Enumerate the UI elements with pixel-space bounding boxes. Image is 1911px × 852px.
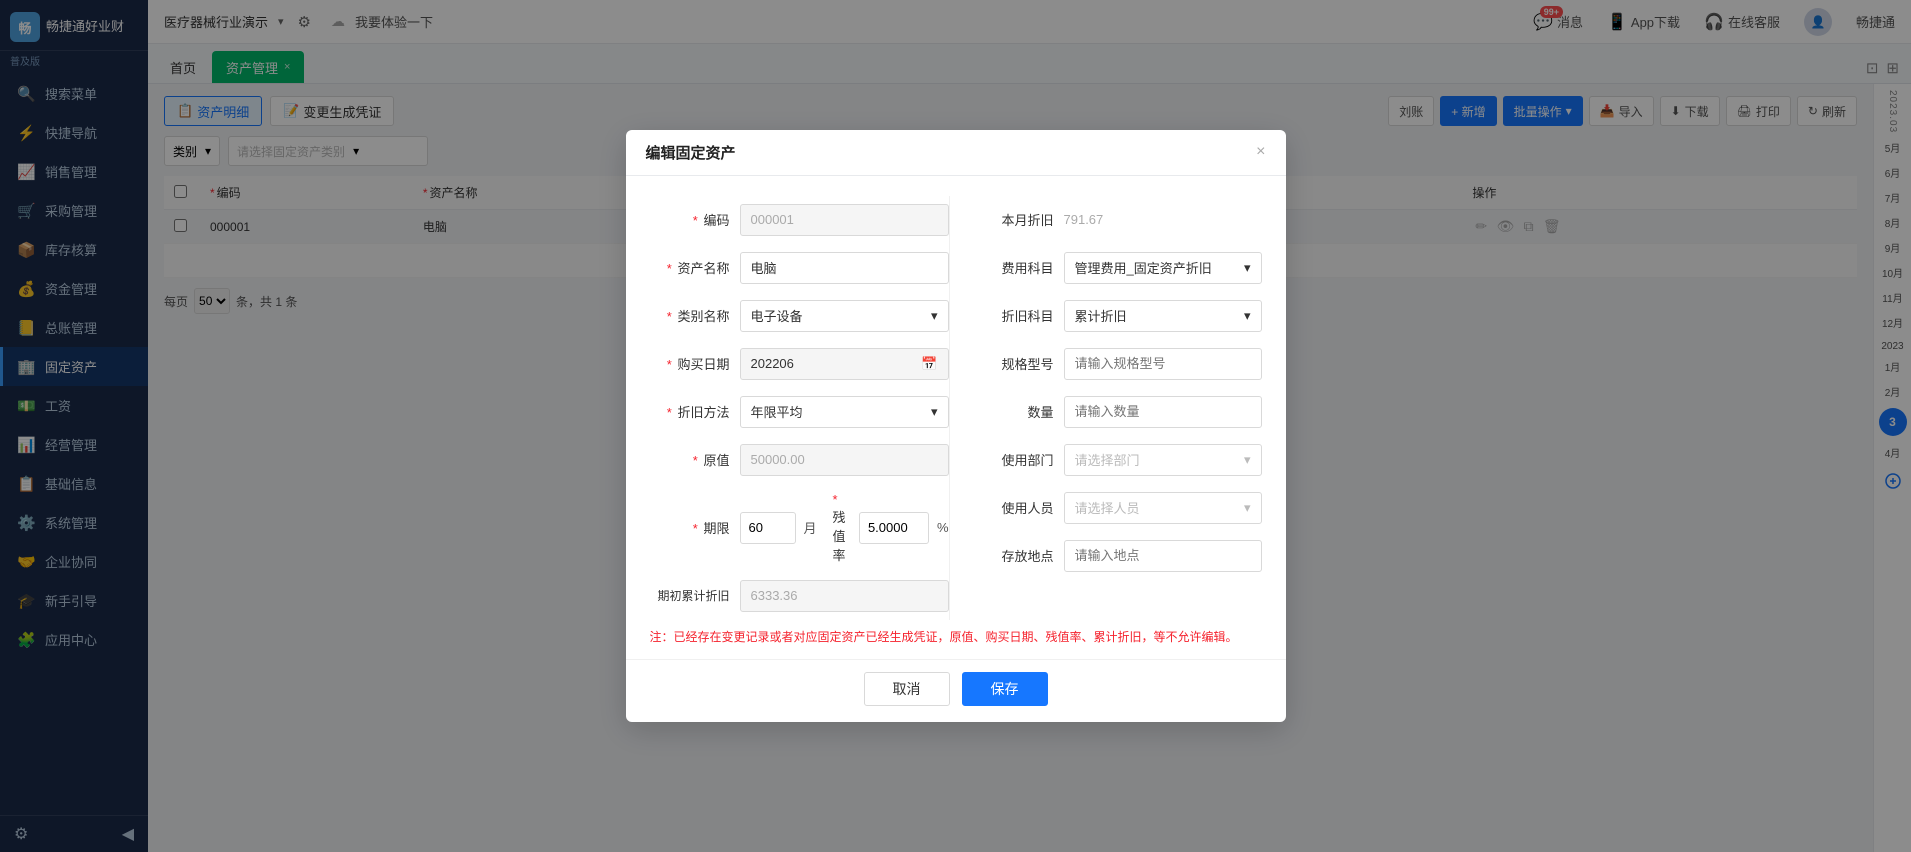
form-row-quantity: 数量 xyxy=(974,388,1262,436)
form-row-expense-subject: 费用科目 管理费用_固定资产折旧 ▾ xyxy=(974,244,1262,292)
modal-close-button[interactable]: × xyxy=(1256,143,1265,161)
modal-form: * 编码 * 资产名称 xyxy=(650,196,1262,649)
form-row-staff: 使用人员 请选择人员 ▾ xyxy=(974,484,1262,532)
expense-chevron-icon: ▾ xyxy=(1244,260,1251,276)
original-value-input[interactable] xyxy=(740,444,949,476)
code-label: * 编码 xyxy=(650,210,730,229)
purchase-date-label: * 购买日期 xyxy=(650,354,730,373)
expense-subject-select[interactable]: 管理费用_固定资产折旧 ▾ xyxy=(1064,252,1262,284)
code-input[interactable] xyxy=(740,204,949,236)
this-month-dep-label: 本月折旧 xyxy=(974,210,1054,229)
form-row-department: 使用部门 请选择部门 ▾ xyxy=(974,436,1262,484)
edit-asset-modal: 编辑固定资产 × * 编码 xyxy=(626,130,1286,722)
period-input[interactable] xyxy=(740,512,796,544)
form-row-original-value: * 原值 xyxy=(650,436,949,484)
staff-label: 使用人员 xyxy=(974,498,1054,517)
form-row-category: * 类别名称 电子设备 ▾ xyxy=(650,292,949,340)
period-unit: 月 xyxy=(804,518,817,537)
calendar-icon: 📅 xyxy=(921,356,937,372)
modal-title: 编辑固定资产 xyxy=(646,142,736,163)
this-month-dep-input xyxy=(1064,204,1262,236)
dept-chevron-icon: ▾ xyxy=(1244,452,1251,468)
quantity-label: 数量 xyxy=(974,402,1054,421)
initial-depreciation-label: 期初累计折旧 xyxy=(650,587,730,604)
category-label: * 类别名称 xyxy=(650,306,730,325)
form-row-purchase-date: * 购买日期 202206 📅 xyxy=(650,340,949,388)
expense-subject-label: 费用科目 xyxy=(974,258,1054,277)
initial-depreciation-input[interactable] xyxy=(740,580,949,612)
form-row-spec-model: 规格型号 xyxy=(974,340,1262,388)
asset-name-label: * 资产名称 xyxy=(650,258,730,277)
form-row-this-month-dep: 本月折旧 xyxy=(974,196,1262,244)
modal-header: 编辑固定资产 × xyxy=(626,130,1286,176)
residual-label: * 残值率 xyxy=(833,492,851,564)
category-chevron-icon: ▾ xyxy=(931,308,938,324)
location-label: 存放地点 xyxy=(974,546,1054,565)
category-select[interactable]: 电子设备 ▾ xyxy=(740,300,949,332)
dep-subject-chevron-icon: ▾ xyxy=(1244,308,1251,324)
modal-body: * 编码 * 资产名称 xyxy=(626,176,1286,659)
staff-select[interactable]: 请选择人员 ▾ xyxy=(1064,492,1262,524)
modal-overlay: 编辑固定资产 × * 编码 xyxy=(0,0,1911,852)
modal-note: 注：已经存在变更记录或者对应固定资产已经生成凭证，原值、购买日期、残值率、累计折… xyxy=(650,620,1262,649)
department-select[interactable]: 请选择部门 ▾ xyxy=(1064,444,1262,476)
quantity-input[interactable] xyxy=(1064,396,1262,428)
form-row-location: 存放地点 xyxy=(974,532,1262,580)
residual-unit: % xyxy=(937,520,949,535)
form-row-period: * 期限 月 * 残值率 % xyxy=(650,484,949,572)
cancel-button[interactable]: 取消 xyxy=(864,672,950,706)
form-row-depreciation-method: * 折旧方法 年限平均 ▾ xyxy=(650,388,949,436)
original-value-label: * 原值 xyxy=(650,450,730,469)
form-row-asset-name: * 资产名称 xyxy=(650,244,949,292)
depreciation-method-label: * 折旧方法 xyxy=(650,402,730,421)
asset-name-input[interactable] xyxy=(740,252,949,284)
save-button[interactable]: 保存 xyxy=(962,672,1048,706)
purchase-date-input[interactable]: 202206 📅 xyxy=(740,348,949,380)
period-row: 月 * 残值率 % xyxy=(740,492,949,564)
period-label: * 期限 xyxy=(650,518,730,537)
dep-subject-select[interactable]: 累计折旧 ▾ xyxy=(1064,300,1262,332)
form-row-code: * 编码 xyxy=(650,196,949,244)
form-right-col: 本月折旧 费用科目 管理费用_固定资产折旧 ▾ xyxy=(949,196,1262,620)
form-row-initial-depreciation: 期初累计折旧 xyxy=(650,572,949,620)
method-chevron-icon: ▾ xyxy=(931,404,938,420)
form-left-col: * 编码 * 资产名称 xyxy=(650,196,949,620)
depreciation-method-select[interactable]: 年限平均 ▾ xyxy=(740,396,949,428)
form-row-dep-subject: 折旧科目 累计折旧 ▾ xyxy=(974,292,1262,340)
modal-footer: 取消 保存 xyxy=(626,659,1286,722)
location-input[interactable] xyxy=(1064,540,1262,572)
staff-chevron-icon: ▾ xyxy=(1244,500,1251,516)
residual-input[interactable] xyxy=(859,512,929,544)
spec-model-label: 规格型号 xyxy=(974,354,1054,373)
department-label: 使用部门 xyxy=(974,450,1054,469)
spec-model-input[interactable] xyxy=(1064,348,1262,380)
dep-subject-label: 折旧科目 xyxy=(974,306,1054,325)
